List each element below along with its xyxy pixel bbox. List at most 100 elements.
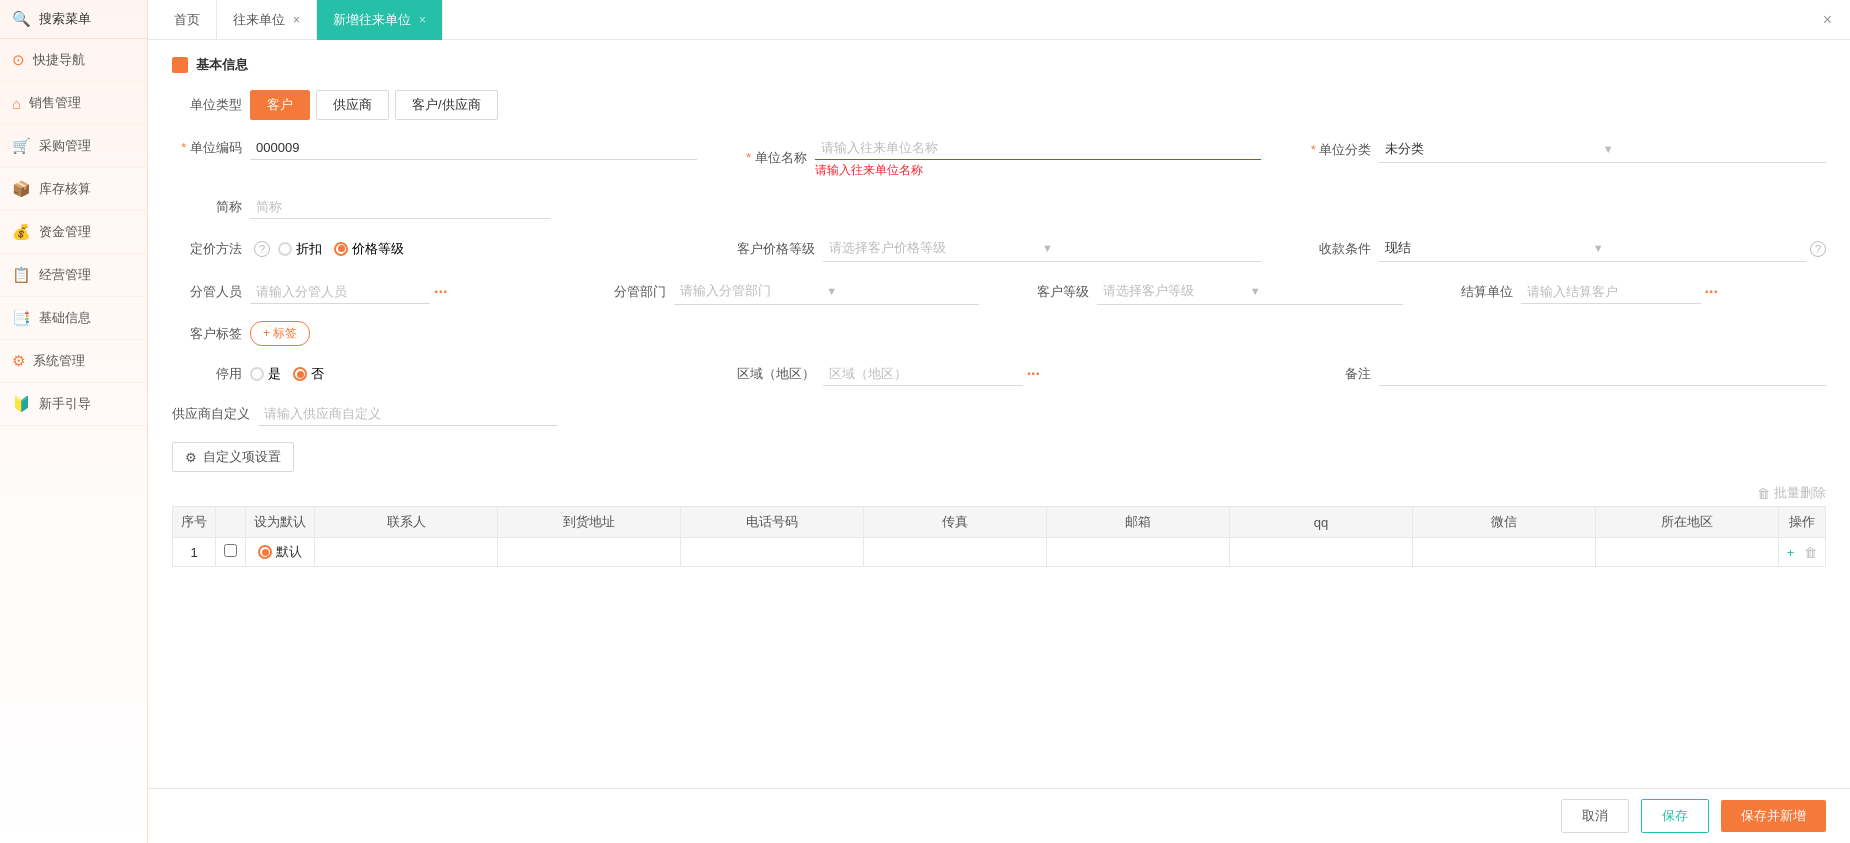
row-supplier-custom: 供应商自定义 [172, 402, 1826, 426]
customer-level-placeholder: 请选择客户等级 [1103, 282, 1250, 300]
sidebar-item-inventory[interactable]: 📦 库存核算 [0, 168, 147, 211]
cell-action: + 🗑 [1778, 538, 1825, 567]
settlement-unit-more-btn[interactable]: ··· [1701, 281, 1722, 303]
default-radio[interactable]: 默认 [254, 543, 306, 561]
address-input[interactable] [506, 545, 672, 560]
unit-name-input[interactable] [815, 136, 1262, 160]
payment-terms-help-icon[interactable]: ? [1810, 241, 1826, 257]
phone-input[interactable] [689, 545, 855, 560]
manager-more-btn[interactable]: ··· [430, 281, 451, 303]
qq-input[interactable] [1238, 545, 1404, 560]
settlement-unit-input[interactable] [1521, 280, 1701, 304]
tab-new-partner[interactable]: 新增往来单位 × [317, 0, 443, 40]
pricing-help-icon[interactable]: ? [254, 241, 270, 257]
row-disabled-region: 停用 是 否 区域（地区） ··· [172, 362, 1826, 386]
tab-new-partner-close[interactable]: × [419, 13, 426, 27]
sidebar-item-system[interactable]: ⚙ 系统管理 [0, 340, 147, 383]
sidebar-item-basic-info[interactable]: 📑 基础信息 [0, 297, 147, 340]
pricing-option-level-label: 价格等级 [352, 240, 404, 258]
th-address: 到货地址 [498, 507, 681, 538]
supplier-custom-input[interactable] [258, 402, 558, 426]
customer-level-arrow: ▼ [1250, 285, 1397, 297]
remarks-input[interactable] [1379, 362, 1826, 386]
close-all-tabs[interactable]: × [1815, 11, 1840, 29]
sidebar-item-label: 快捷导航 [33, 51, 85, 69]
sidebar-item-sales[interactable]: ⌂ 销售管理 [0, 82, 147, 125]
cell-fax[interactable] [864, 538, 1047, 567]
cell-region[interactable] [1595, 538, 1778, 567]
department-select[interactable]: 请输入分管部门 ▼ [674, 278, 980, 305]
disabled-no[interactable]: 否 [293, 365, 324, 383]
manager-input[interactable] [250, 280, 430, 304]
tab-bar: 首页 往来单位 × 新增往来单位 × × [148, 0, 1850, 40]
cell-qq[interactable] [1230, 538, 1413, 567]
btn-customer-supplier[interactable]: 客户/供应商 [395, 90, 498, 120]
row-checkbox[interactable] [224, 544, 237, 557]
unit-category-select[interactable]: 未分类 ▼ [1379, 136, 1826, 163]
search-icon: 🔍 [12, 10, 31, 28]
email-input[interactable] [1055, 545, 1221, 560]
short-name-input[interactable] [250, 195, 550, 219]
contact-table-wrap: 序号 设为默认 联系人 到货地址 电话号码 传真 邮箱 qq 微信 所在地区 操… [172, 506, 1826, 567]
payment-terms-value: 现结 [1385, 239, 1592, 257]
sidebar-item-label: 基础信息 [39, 309, 91, 327]
btn-supplier[interactable]: 供应商 [316, 90, 389, 120]
settlement-unit-label: 结算单位 [1443, 283, 1513, 301]
sidebar-item-new-guide[interactable]: 🔰 新手引导 [0, 383, 147, 426]
remarks-label: 备注 [1301, 365, 1371, 383]
field-unit-code: 单位编码 [172, 136, 697, 160]
wechat-input[interactable] [1421, 545, 1587, 560]
sidebar-item-finance[interactable]: 💰 资金管理 [0, 211, 147, 254]
cell-contact[interactable] [315, 538, 498, 567]
th-seq: 序号 [173, 507, 216, 538]
tab-partners[interactable]: 往来单位 × [217, 0, 317, 40]
sidebar-search[interactable]: 🔍 搜索菜单 [0, 0, 147, 39]
sidebar-item-operations[interactable]: 📋 经营管理 [0, 254, 147, 297]
form-content: 基本信息 单位类型 客户 供应商 客户/供应商 单位编码 单位名称 请输入往来单… [148, 40, 1850, 788]
save-new-button[interactable]: 保存并新增 [1721, 800, 1826, 832]
field-payment-terms: 收款条件 现结 ▼ ? [1301, 235, 1826, 262]
fax-input[interactable] [872, 545, 1038, 560]
custom-settings-button[interactable]: ⚙ 自定义项设置 [172, 442, 294, 472]
delete-row-btn[interactable]: 🗑 [1804, 545, 1817, 560]
unit-name-label: 单位名称 [737, 149, 807, 167]
customer-tag-label: 客户标签 [172, 325, 242, 343]
unit-name-field-inner: 请输入往来单位名称 [815, 136, 1262, 179]
btn-customer[interactable]: 客户 [250, 90, 310, 120]
sidebar-item-quick-nav[interactable]: ⊙ 快捷导航 [0, 39, 147, 82]
cell-address[interactable] [498, 538, 681, 567]
tab-home[interactable]: 首页 [158, 0, 217, 40]
cancel-button[interactable]: 取消 [1561, 799, 1629, 833]
batch-delete-button[interactable]: 🗑 批量删除 [1757, 484, 1826, 502]
cell-wechat[interactable] [1412, 538, 1595, 567]
tab-partners-close[interactable]: × [293, 13, 300, 27]
payment-terms-select[interactable]: 现结 ▼ [1379, 235, 1806, 262]
sidebar-item-purchase[interactable]: 🛒 采购管理 [0, 125, 147, 168]
customer-level-select[interactable]: 请选择客户等级 ▼ [1097, 278, 1403, 305]
disabled-yes-label: 是 [268, 365, 281, 383]
save-button[interactable]: 保存 [1641, 799, 1709, 833]
region-more-btn[interactable]: ··· [1023, 363, 1044, 385]
sidebar-item-label: 销售管理 [29, 94, 81, 112]
cell-email[interactable] [1047, 538, 1230, 567]
payment-terms-arrow: ▼ [1593, 242, 1800, 254]
disabled-yes[interactable]: 是 [250, 365, 281, 383]
batch-delete-icon: 🗑 [1757, 486, 1770, 501]
row-region-input[interactable] [1604, 545, 1770, 560]
pricing-option-level[interactable]: 价格等级 [334, 240, 404, 258]
batch-delete-label: 批量删除 [1774, 484, 1826, 502]
pricing-option-discount[interactable]: 折扣 [278, 240, 322, 258]
unit-name-error: 请输入往来单位名称 [815, 162, 1262, 179]
add-tag-button[interactable]: + 标签 [250, 321, 310, 346]
tab-home-label: 首页 [174, 11, 200, 29]
cell-check[interactable] [216, 538, 246, 567]
contact-input[interactable] [323, 545, 489, 560]
unit-code-input[interactable] [250, 136, 697, 160]
region-input[interactable] [823, 362, 1023, 386]
add-row-btn[interactable]: + [1787, 545, 1795, 560]
field-disabled: 停用 是 否 [172, 365, 697, 383]
th-phone: 电话号码 [681, 507, 864, 538]
cell-phone[interactable] [681, 538, 864, 567]
customer-price-level-select[interactable]: 请选择客户价格等级 ▼ [823, 235, 1262, 262]
unit-category-value: 未分类 [1385, 140, 1602, 158]
